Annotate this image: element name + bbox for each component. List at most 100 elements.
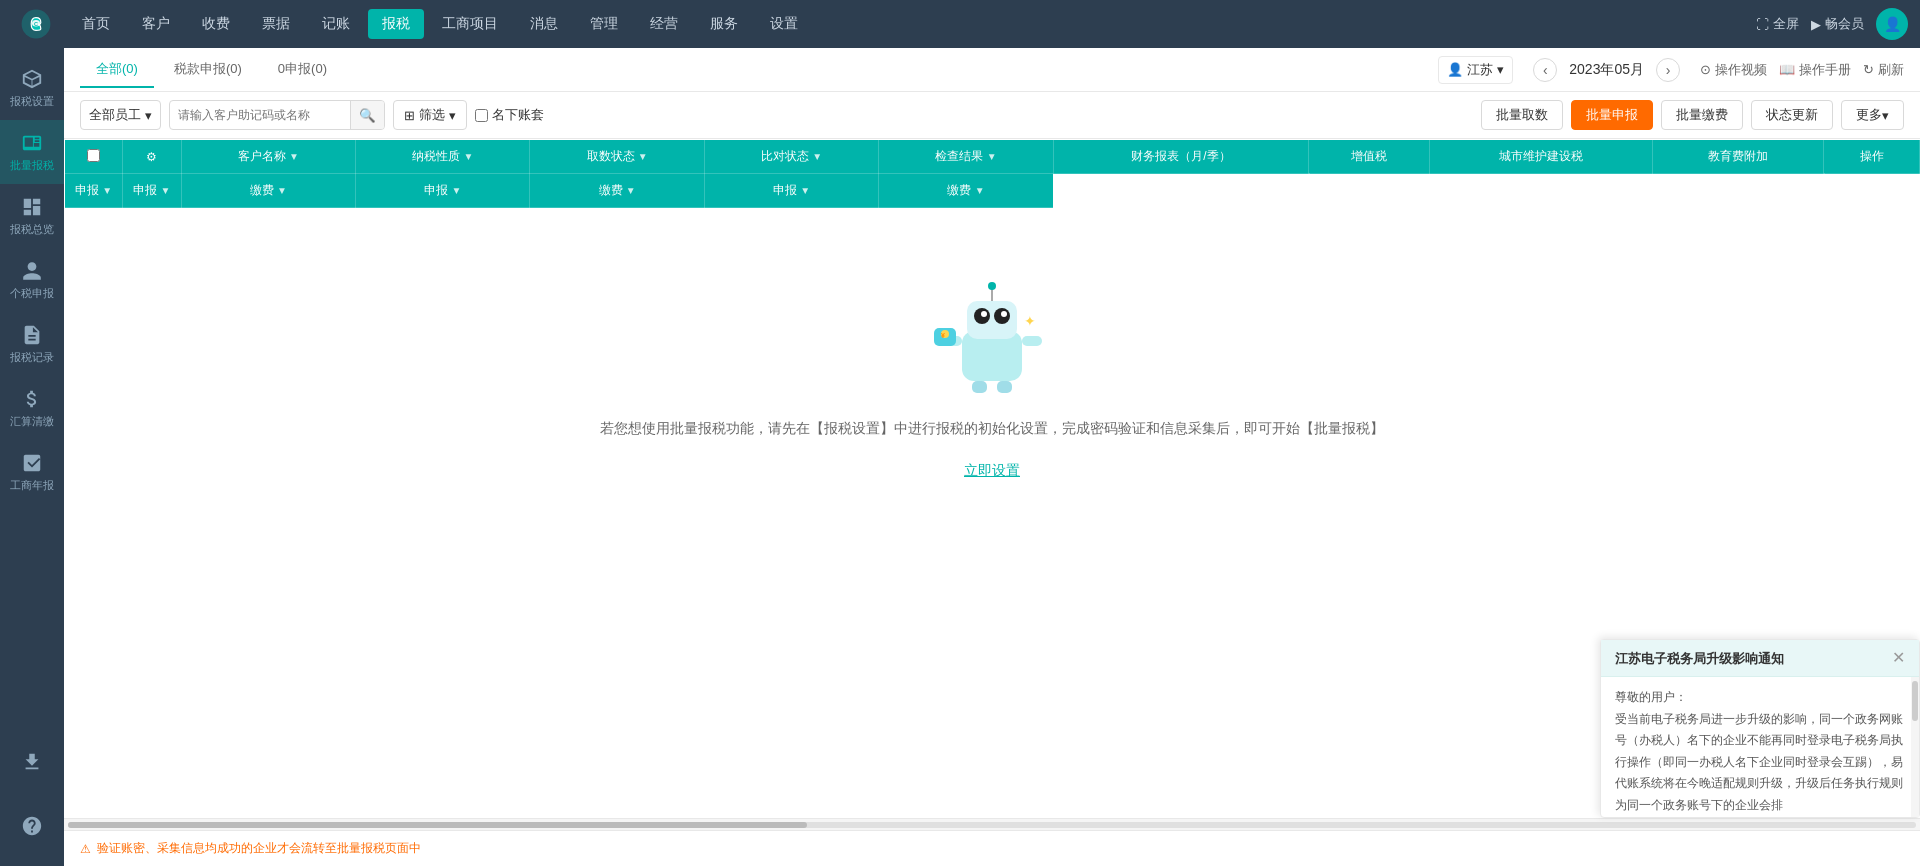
nav-industry[interactable]: 工商项目	[428, 9, 512, 39]
svg-point-10	[988, 282, 996, 290]
sidebar-item-annual-report[interactable]: 工商年报	[0, 440, 64, 504]
fullscreen-label: 全屏	[1773, 15, 1799, 33]
filter-icon: ▼	[102, 185, 112, 196]
th-tax-type: 纳税性质 ▼	[355, 140, 529, 174]
th-edu-pay: 缴费 ▼	[879, 174, 1053, 208]
month-navigation: ‹ 2023年05月 ›	[1533, 58, 1680, 82]
search-input[interactable]	[170, 108, 350, 122]
region-label: 江苏	[1467, 61, 1493, 79]
refresh-icon: ↻	[1863, 62, 1874, 77]
filter-button[interactable]: ⊞ 筛选 ▾	[393, 100, 467, 130]
svg-rect-12	[1022, 336, 1042, 346]
filter-icon: ▼	[800, 185, 810, 196]
th-city-pay: 缴费 ▼	[530, 174, 704, 208]
scrollbar-thumb[interactable]	[68, 822, 807, 828]
account-checkbox[interactable]	[475, 109, 488, 122]
operation-video-label: 操作视频	[1715, 61, 1767, 79]
bottom-warning-text: 验证账密、采集信息均成功的企业才会流转至批量报税页面中	[97, 840, 421, 857]
nav-business[interactable]: 经营	[636, 9, 692, 39]
sidebar-item-personal-tax[interactable]: 个税申报	[0, 248, 64, 312]
filter-icon: ▼	[626, 185, 636, 196]
th-education-surcharge: 教育费附加	[1652, 140, 1824, 174]
nav-right-actions: ⛶ 全屏 ▶ 畅会员 👤	[1756, 8, 1908, 40]
batch-fetch-button[interactable]: 批量取数	[1481, 100, 1563, 130]
sidebar-item-help[interactable]	[0, 794, 64, 858]
filter-icon: ▼	[161, 185, 171, 196]
th-edu-declare: 申报 ▼	[704, 174, 878, 208]
nav-bookkeeping[interactable]: 记账	[308, 9, 364, 39]
account-checkbox-label[interactable]: 名下账套	[475, 106, 544, 124]
main-content: 全部(0) 税款申报(0) 0申报(0) 👤 江苏 ▾ ‹ 2023年05月	[64, 48, 1920, 866]
th-operation: 操作	[1824, 140, 1920, 174]
horizontal-scrollbar[interactable]	[64, 818, 1920, 830]
sidebar-label-personal-tax: 个税申报	[10, 286, 54, 301]
employee-select[interactable]: 全部员工 ▾	[80, 100, 161, 130]
th-vat-declare: 申报 ▼	[123, 174, 181, 208]
setup-link[interactable]: 立即设置	[964, 462, 1020, 480]
member-icon: ▶	[1811, 17, 1821, 32]
notification-scroll-thumb	[1912, 681, 1918, 721]
sidebar-item-settlement[interactable]: 汇算清缴	[0, 376, 64, 440]
tab-zero-declare[interactable]: 0申报(0)	[262, 52, 343, 88]
notification-text: 尊敬的用户：受当前电子税务局进一步升级的影响，同一个政务网账号（办税人）名下的企…	[1615, 690, 1903, 812]
tab-all[interactable]: 全部(0)	[80, 52, 154, 88]
notification-close-button[interactable]: ✕	[1892, 650, 1905, 666]
sidebar-item-batch-tax[interactable]: 批量报税	[0, 120, 64, 184]
operation-video-button[interactable]: ⊙ 操作视频	[1700, 61, 1767, 79]
user-icon: 👤	[1447, 62, 1463, 77]
svg-text:✦: ✦	[1024, 313, 1036, 329]
nav-settings[interactable]: 设置	[756, 9, 812, 39]
filter-icon: ▼	[638, 151, 648, 162]
more-button[interactable]: 更多 ▾	[1841, 100, 1904, 130]
notification-scrollbar[interactable]	[1911, 677, 1919, 817]
filter-icon: ▼	[451, 185, 461, 196]
sidebar-item-download[interactable]	[0, 730, 64, 794]
nav-tax[interactable]: 报税	[368, 9, 424, 39]
table-body: ¥ ✦ 若您想使用批量报税功能，请先在【报税设置】中进行报税的初始化设置，完成密…	[65, 208, 1920, 549]
nav-message[interactable]: 消息	[516, 9, 572, 39]
svg-rect-14	[997, 381, 1012, 393]
select-all-checkbox[interactable]	[87, 149, 100, 162]
top-navigation: C 首页 客户 收费 票据 记账 报税 工商项目 消息 管理 经营 服务 设置 …	[0, 0, 1920, 48]
fullscreen-button[interactable]: ⛶ 全屏	[1756, 15, 1799, 33]
th-vat: 增值税	[1309, 140, 1430, 174]
app-logo[interactable]: C	[12, 0, 60, 48]
next-month-button[interactable]: ›	[1656, 58, 1680, 82]
nav-manage[interactable]: 管理	[576, 9, 632, 39]
member-label: 畅会员	[1825, 15, 1864, 33]
sidebar-item-tax-overview[interactable]: 报税总览	[0, 184, 64, 248]
region-selector[interactable]: 👤 江苏 ▾	[1438, 56, 1513, 84]
nav-service[interactable]: 服务	[696, 9, 752, 39]
nav-billing[interactable]: 收费	[188, 9, 244, 39]
sidebar-item-tax-record[interactable]: 报税记录	[0, 312, 64, 376]
th-settings[interactable]: ⚙	[123, 140, 181, 174]
empty-state: ¥ ✦ 若您想使用批量报税功能，请先在【报税设置】中进行报税的初始化设置，完成密…	[65, 208, 1920, 548]
chevron-down-icon: ▾	[449, 108, 456, 123]
refresh-button[interactable]: ↻ 刷新	[1863, 61, 1904, 79]
prev-month-button[interactable]: ‹	[1533, 58, 1557, 82]
nav-invoice[interactable]: 票据	[248, 9, 304, 39]
nav-home[interactable]: 首页	[68, 9, 124, 39]
sidebar-item-tax-settings[interactable]: 报税设置	[0, 56, 64, 120]
th-checkbox[interactable]	[65, 140, 123, 174]
operation-manual-button[interactable]: 📖 操作手册	[1779, 61, 1851, 79]
search-button[interactable]: 🔍	[350, 100, 384, 130]
batch-declare-button[interactable]: 批量申报	[1571, 100, 1653, 130]
data-table: ⚙ 客户名称 ▼ 纳税性质 ▼ 取数状态 ▼	[64, 139, 1920, 548]
filter-icon: ▼	[812, 151, 822, 162]
bottom-bar: ⚠ 验证账密、采集信息均成功的企业才会流转至批量报税页面中	[64, 830, 1920, 866]
th-customer-name: 客户名称 ▼	[181, 140, 355, 174]
avatar[interactable]: 👤	[1876, 8, 1908, 40]
th-financial-report: 财务报表（月/季）	[1053, 140, 1308, 174]
tab-tax-declare[interactable]: 税款申报(0)	[158, 52, 258, 88]
th-check-result: 检查结果 ▼	[879, 140, 1053, 174]
search-icon: 🔍	[359, 108, 376, 123]
sidebar: 报税设置 批量报税 报税总览 个税申报 报税记录 汇算清缴 工商年报	[0, 48, 64, 866]
member-button[interactable]: ▶ 畅会员	[1811, 15, 1864, 33]
nav-customer[interactable]: 客户	[128, 9, 184, 39]
batch-pay-button[interactable]: 批量缴费	[1661, 100, 1743, 130]
status-update-button[interactable]: 状态更新	[1751, 100, 1833, 130]
sidebar-label-tax-overview: 报税总览	[10, 222, 54, 237]
th-city-declare: 申报 ▼	[355, 174, 529, 208]
svg-rect-4	[967, 301, 1017, 339]
